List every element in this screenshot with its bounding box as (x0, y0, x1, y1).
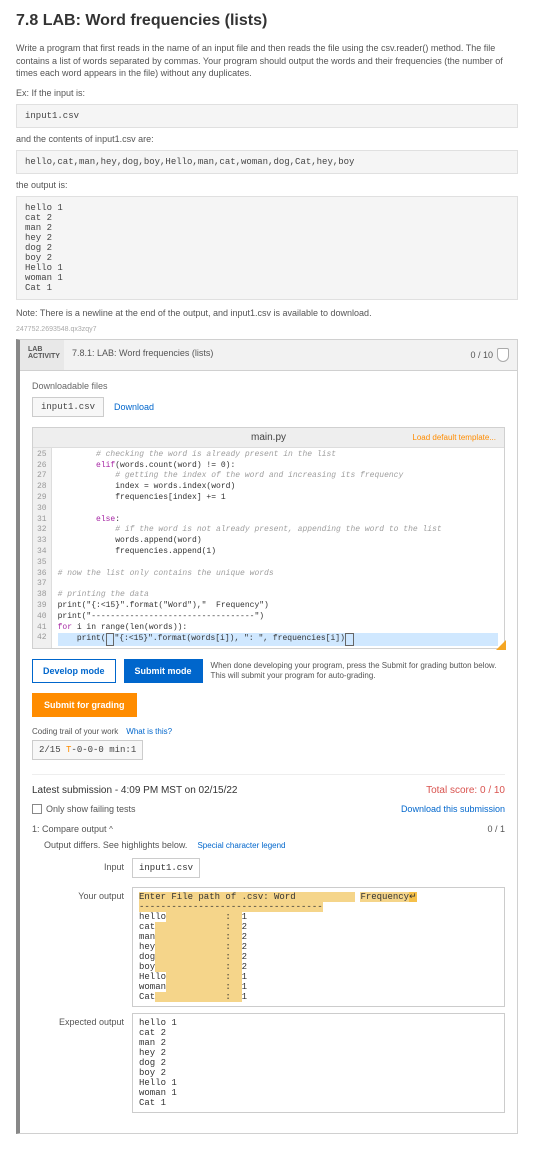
latest-submission-title: Latest submission - 4:09 PM MST on 02/15… (32, 785, 237, 796)
output-label: the output is: (16, 180, 518, 190)
downloadable-files-label: Downloadable files (32, 381, 505, 391)
example-input-label: Ex: If the input is: (16, 88, 518, 98)
activity-type-line1: LAB (28, 346, 42, 353)
editor-gutter: 25 26 27 28 29 30 31 32 33 34 35 36 37 3… (33, 448, 52, 648)
only-failing-checkbox[interactable]: Only show failing tests (32, 804, 136, 814)
input-box: input1.csv (132, 858, 200, 878)
note-text: Note: There is a newline at the end of t… (16, 308, 518, 318)
coding-trail-label: Coding trail of your work (32, 727, 118, 736)
download-submission-link[interactable]: Download this submission (401, 804, 505, 814)
coding-trail-box: 2/15 T-0-0-0 min:1 (32, 740, 143, 760)
mode-help-text: When done developing your program, press… (211, 661, 505, 682)
editor-filename: main.py (251, 432, 286, 443)
file-chip: input1.csv (32, 397, 104, 417)
trail-post: -0-0-0 min:1 (71, 745, 136, 755)
intro-text: Write a program that first reads in the … (16, 42, 518, 80)
activity-header: LAB ACTIVITY 7.8.1: LAB: Word frequencie… (20, 340, 517, 371)
special-char-legend-link[interactable]: Special character legend (197, 841, 285, 850)
resize-handle-icon[interactable] (496, 640, 506, 650)
output-box: hello 1 cat 2 man 2 hey 2 dog 2 boy 2 He… (16, 196, 518, 300)
editor-header: main.py Load default template... (33, 428, 504, 448)
submit-for-grading-button[interactable]: Submit for grading (32, 693, 137, 717)
checkbox-icon[interactable] (32, 804, 42, 814)
activity-type-badge: LAB ACTIVITY (20, 340, 64, 370)
develop-mode-button[interactable]: Develop mode (32, 659, 116, 683)
output-differs-label: Output differs. See highlights below. (44, 840, 187, 850)
caret-up-icon: ^ (109, 825, 113, 834)
activity-title: 7.8.1: LAB: Word frequencies (lists) (64, 340, 462, 370)
total-score: Total score: 0 / 10 (426, 785, 505, 796)
what-is-this-link[interactable]: What is this? (126, 727, 172, 736)
test-score: 0 / 1 (487, 824, 505, 834)
trail-pre: 2/15 (39, 745, 66, 755)
test-name: 1: Compare output (32, 824, 107, 834)
expected-output-box: hello 1 cat 2 man 2 hey 2 dog 2 boy 2 He… (132, 1013, 505, 1113)
download-link[interactable]: Download (114, 402, 154, 412)
example-input-box: input1.csv (16, 104, 518, 128)
page-title: 7.8 LAB: Word frequencies (lists) (16, 12, 518, 30)
activity-score-text: 0 / 10 (470, 350, 493, 360)
your-output-box: Enter File path of .csv: Word Frequency↵… (132, 887, 505, 1007)
your-output-label: Your output (44, 887, 124, 901)
submit-mode-button[interactable]: Submit mode (124, 659, 203, 683)
shield-icon (497, 348, 509, 362)
activity-score: 0 / 10 (462, 340, 517, 370)
input-label: Input (44, 858, 124, 872)
code-editor[interactable]: main.py Load default template... 25 26 2… (32, 427, 505, 649)
lab-activity-card: LAB ACTIVITY 7.8.1: LAB: Word frequencie… (16, 339, 518, 1134)
test-toggle[interactable]: 1: Compare output ^ 0 / 1 (32, 824, 505, 834)
activity-type-line2: ACTIVITY (28, 353, 60, 360)
expected-output-label: Expected output (44, 1013, 124, 1027)
contents-label: and the contents of input1.csv are: (16, 134, 518, 144)
only-failing-label: Only show failing tests (46, 804, 136, 814)
load-default-template-link[interactable]: Load default template... (412, 433, 496, 442)
contents-box: hello,cat,man,hey,dog,boy,Hello,man,cat,… (16, 150, 518, 174)
editor-code-area[interactable]: # checking the word is already present i… (52, 448, 504, 648)
small-id: 247752.2693548.qx3zqy7 (16, 326, 518, 333)
